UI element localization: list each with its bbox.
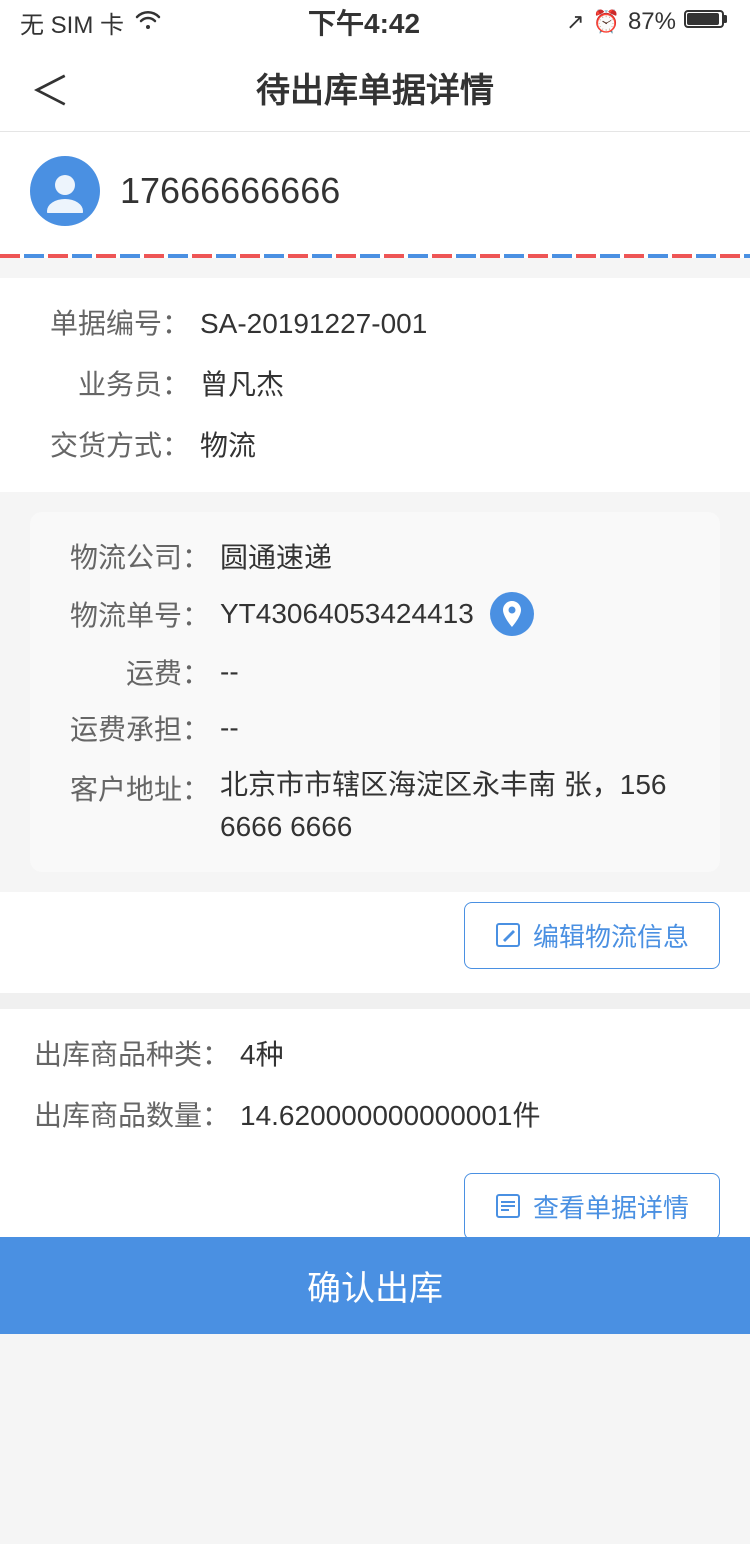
goods-quantity-value: 14.620000000000001件 <box>230 1094 720 1139</box>
tracking-map-icon[interactable] <box>490 592 534 636</box>
battery-icon <box>684 8 730 37</box>
carrier-label: 无 SIM 卡 <box>20 5 124 40</box>
freight-row: 运费： -- <box>50 652 700 692</box>
freight-label: 运费： <box>50 652 210 692</box>
section-divider <box>0 993 750 1009</box>
logistics-company-value: 圆通速递 <box>210 536 700 576</box>
goods-types-value: 4种 <box>230 1033 720 1078</box>
status-right: ↗ ⏰ 87% <box>566 8 730 37</box>
confirm-outbound-label: 确认出库 <box>307 1270 443 1308</box>
nav-bar: ＜ 待出库单据详情 <box>0 44 750 132</box>
view-details-label: 查看单据详情 <box>533 1188 689 1225</box>
address-label: 客户地址： <box>50 764 210 808</box>
delivery-value: 物流 <box>190 424 720 469</box>
order-number-label: 单据编号： <box>30 302 190 347</box>
battery-label: 87% <box>628 8 676 36</box>
goods-quantity-row: 出库商品数量： 14.620000000000001件 <box>30 1094 720 1139</box>
confirm-outbound-button[interactable]: 确认出库 <box>0 1261 750 1310</box>
tracking-label: 物流单号： <box>50 594 210 634</box>
dashed-divider <box>0 250 750 258</box>
back-button[interactable]: ＜ <box>30 59 70 117</box>
tracking-number: YT43064053424413 <box>220 598 474 630</box>
time-display: 下午4:42 <box>308 2 420 42</box>
tracking-value-wrap: YT43064053424413 <box>210 592 700 636</box>
freight-bear-label: 运费承担： <box>50 708 210 748</box>
status-bar: 无 SIM 卡 下午4:42 ↗ ⏰ 87% <box>0 0 750 44</box>
freight-bear-row: 运费承担： -- <box>50 708 700 748</box>
edit-logistics-label: 编辑物流信息 <box>533 917 689 954</box>
order-number-row: 单据编号： SA-20191227-001 <box>30 302 720 347</box>
salesman-value: 曾凡杰 <box>190 363 720 408</box>
edit-button-wrap: 编辑物流信息 <box>0 892 750 993</box>
address-value: 北京市市辖区海淀区永丰南 张，156 6666 6666 <box>210 764 700 848</box>
page-title: 待出库单据详情 <box>256 63 494 112</box>
address-row: 客户地址： 北京市市辖区海淀区永丰南 张，156 6666 6666 <box>50 764 700 848</box>
wifi-icon <box>134 8 162 36</box>
freight-value: -- <box>210 656 700 688</box>
avatar <box>30 156 100 226</box>
logistics-company-row: 物流公司： 圆通速递 <box>50 536 700 576</box>
confirm-button-wrap: 确认出库 <box>0 1237 750 1334</box>
location-icon: ↗ <box>566 9 584 35</box>
delivery-label: 交货方式： <box>30 424 190 469</box>
tracking-row: 物流单号： YT43064053424413 <box>50 592 700 636</box>
freight-bear-value: -- <box>210 712 700 744</box>
logistics-card: 物流公司： 圆通速递 物流单号： YT43064053424413 运费： --… <box>30 512 720 872</box>
edit-logistics-button[interactable]: 编辑物流信息 <box>464 902 720 969</box>
delivery-row: 交货方式： 物流 <box>30 424 720 469</box>
goods-quantity-label: 出库商品数量： <box>30 1094 230 1139</box>
salesman-label: 业务员： <box>30 363 190 408</box>
goods-section: 出库商品种类： 4种 出库商品数量： 14.620000000000001件 <box>0 1009 750 1163</box>
order-number-value: SA-20191227-001 <box>190 302 720 347</box>
alarm-icon: ⏰ <box>593 9 620 35</box>
logistics-company-label: 物流公司： <box>50 536 210 576</box>
user-phone: 17666666666 <box>120 170 340 212</box>
goods-types-label: 出库商品种类： <box>30 1033 230 1078</box>
goods-types-row: 出库商品种类： 4种 <box>30 1033 720 1078</box>
status-left: 无 SIM 卡 <box>20 5 162 40</box>
salesman-row: 业务员： 曾凡杰 <box>30 363 720 408</box>
view-details-button[interactable]: 查看单据详情 <box>464 1173 720 1240</box>
user-header: 17666666666 <box>0 132 750 250</box>
basic-info-section: 单据编号： SA-20191227-001 业务员： 曾凡杰 交货方式： 物流 <box>0 278 750 492</box>
